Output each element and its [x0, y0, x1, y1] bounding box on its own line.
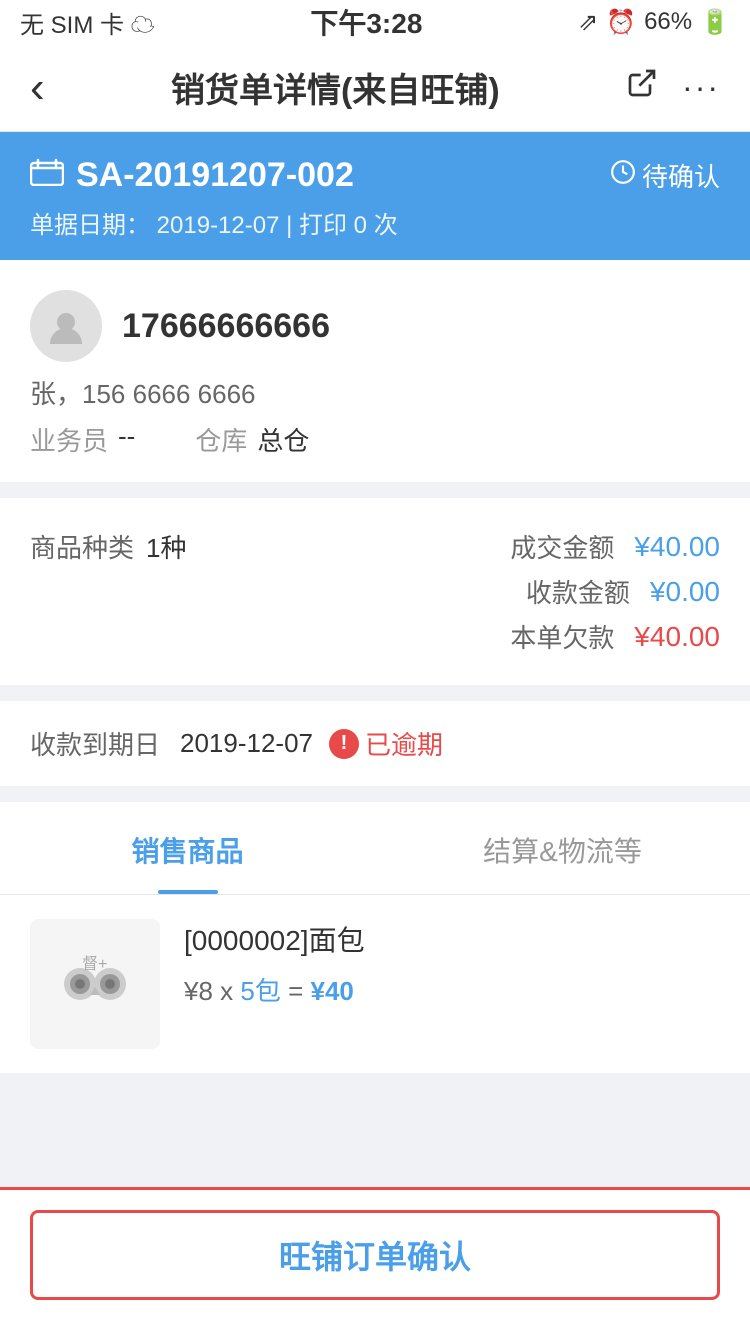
- product-section: 督+ [0000002]面包 ¥8 x 5包 = ¥40: [0, 895, 750, 1073]
- location-icon: ⇗: [578, 8, 598, 37]
- nav-bar: ‹ 销货单详情(来自旺铺) ···: [0, 44, 750, 132]
- nav-actions: ···: [626, 67, 720, 108]
- product-image: 督+: [30, 919, 160, 1049]
- due-date-value: 2019-12-07: [180, 728, 313, 759]
- battery-icon: 🔋: [700, 8, 730, 37]
- customer-meta: 业务员 -- 仓库 总仓: [30, 421, 720, 458]
- overdue-warning-icon: !: [329, 729, 359, 759]
- warehouse-label: 仓库: [195, 421, 247, 458]
- product-type-value: 1种: [146, 528, 186, 565]
- customer-phone: 17666666666: [122, 307, 330, 346]
- transaction-label: 成交金额: [510, 528, 614, 565]
- owed-amount: ¥40.00: [634, 621, 720, 653]
- status-bar: 无 SIM 卡 ☁ 下午3:28 ⇗ ⏰ 66% 🔋: [0, 0, 750, 44]
- overdue-text: 已逾期: [365, 725, 443, 762]
- confirm-order-button[interactable]: 旺铺订单确认: [30, 1210, 720, 1300]
- confirm-btn-container: 旺铺订单确认: [0, 1187, 750, 1334]
- unit-price: ¥8 x: [184, 976, 240, 1006]
- battery-level: 66%: [644, 8, 692, 36]
- product-qty: 5包: [240, 976, 280, 1006]
- due-date-label: 收款到期日: [30, 725, 160, 762]
- alarm-icon: ⏰: [606, 8, 636, 37]
- order-status: 待确认: [610, 157, 720, 194]
- more-button[interactable]: ···: [682, 69, 720, 106]
- back-button[interactable]: ‹: [30, 63, 45, 113]
- status-time: 下午3:28: [310, 2, 422, 42]
- product-type-row: 商品种类 1种: [30, 528, 186, 565]
- transaction-amount: ¥40.00: [634, 531, 720, 563]
- product-name: [0000002]面包: [184, 919, 720, 959]
- overdue-badge: ! 已逾期: [329, 725, 443, 762]
- collected-amount: ¥0.00: [650, 576, 720, 608]
- collected-label: 收款金额: [526, 573, 630, 610]
- page-title: 销货单详情(来自旺铺): [171, 63, 500, 112]
- status-left: 无 SIM 卡 ☁: [20, 5, 155, 40]
- tab-products[interactable]: 销售商品: [0, 802, 375, 894]
- share-icon[interactable]: [626, 67, 658, 108]
- tab-settlement[interactable]: 结算&物流等: [375, 802, 750, 894]
- owed-label: 本单欠款: [510, 618, 614, 655]
- order-id: SA-20191207-002: [30, 156, 354, 195]
- equals-sign: =: [281, 976, 311, 1006]
- due-date-section: 收款到期日 2019-12-07 ! 已逾期: [0, 701, 750, 786]
- order-header-banner: SA-20191207-002 待确认 单据日期： 2019-12-07 | 打…: [0, 132, 750, 260]
- status-right: ⇗ ⏰ 66% 🔋: [578, 8, 730, 37]
- svg-text:督+: 督+: [82, 955, 107, 973]
- clock-icon: [610, 159, 636, 192]
- product-item: 督+ [0000002]面包 ¥8 x 5包 = ¥40: [30, 919, 720, 1049]
- product-info: [0000002]面包 ¥8 x 5包 = ¥40: [184, 919, 720, 1008]
- tabs-section: 销售商品 结算&物流等 督+: [0, 802, 750, 1073]
- product-type-label: 商品种类: [30, 528, 134, 565]
- sales-person-label: 业务员: [30, 421, 108, 458]
- warehouse-value: 总仓: [257, 421, 309, 458]
- product-price: ¥8 x 5包 = ¥40: [184, 971, 720, 1008]
- tabs-row: 销售商品 结算&物流等: [0, 802, 750, 895]
- stats-section: 商品种类 1种 成交金额 ¥40.00 收款金额 ¥0.00 本单欠款 ¥40.…: [0, 498, 750, 685]
- customer-section: 17666666666 张，156 6666 6666 业务员 -- 仓库 总仓: [0, 260, 750, 482]
- amount-stats: 成交金额 ¥40.00 收款金额 ¥0.00 本单欠款 ¥40.00: [510, 528, 720, 655]
- sales-person-value: --: [118, 421, 135, 458]
- order-date: 单据日期： 2019-12-07 | 打印 0 次: [30, 205, 720, 240]
- customer-name: 张，156 6666 6666: [30, 374, 720, 411]
- sim-status: 无 SIM 卡 ☁: [20, 5, 155, 40]
- avatar: [30, 290, 102, 362]
- product-total: ¥40: [310, 976, 353, 1006]
- order-id-icon: [30, 156, 64, 195]
